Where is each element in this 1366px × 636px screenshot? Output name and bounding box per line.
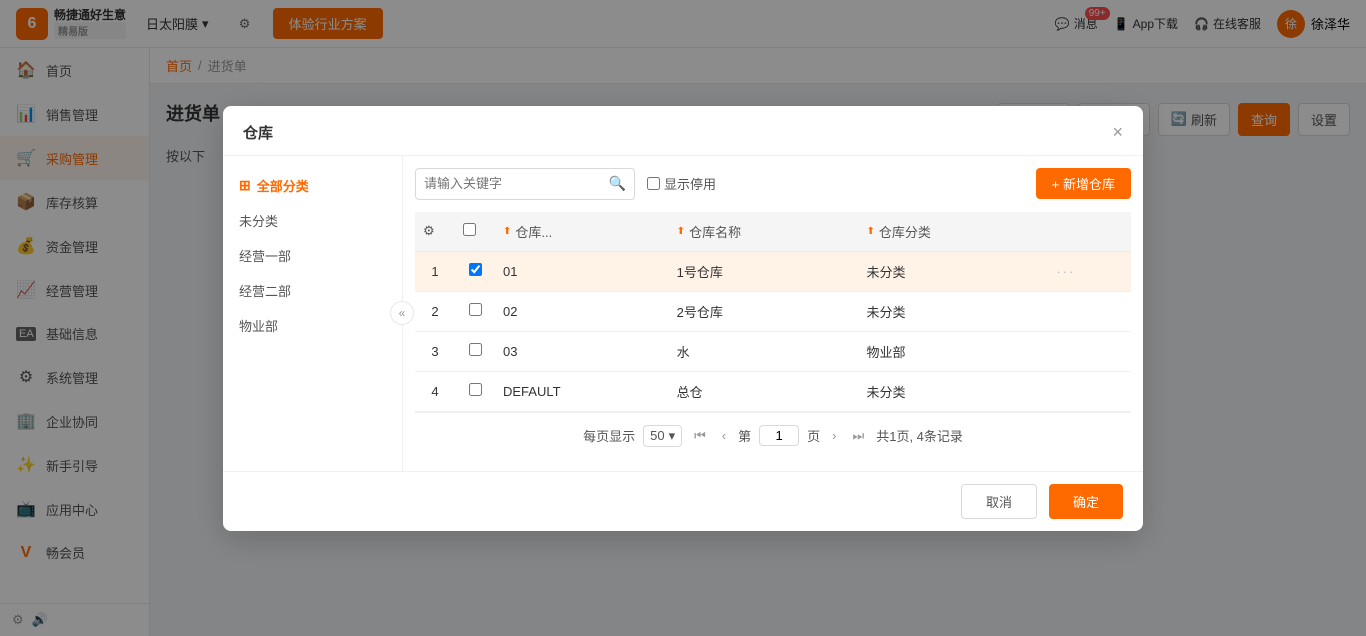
th-name: ⬆ 仓库名称 bbox=[669, 212, 859, 252]
modal-footer: 取消 确定 bbox=[223, 471, 1143, 531]
modal-overlay: 仓库 × ⊞ 全部分类 未分类 经营一部 经营二部 物业部 « bbox=[0, 0, 1366, 636]
table-row: 1 01 1号仓库 未分类 ··· bbox=[415, 251, 1131, 291]
prev-page-button[interactable]: ‹ bbox=[718, 426, 730, 445]
search-icon[interactable]: 🔍 bbox=[609, 175, 626, 192]
cell-number: 01 bbox=[495, 251, 669, 291]
cell-checkbox[interactable] bbox=[455, 251, 495, 291]
show-disabled-checkbox[interactable]: 显示停用 bbox=[647, 174, 716, 193]
cell-category: 物业部 bbox=[859, 331, 1049, 371]
collapse-sidebar-button[interactable]: « bbox=[390, 301, 414, 325]
page-label: 第 bbox=[738, 426, 751, 445]
cell-checkbox[interactable] bbox=[455, 371, 495, 411]
cell-number: DEFAULT bbox=[495, 371, 669, 411]
first-page-button[interactable]: ⏮ bbox=[690, 426, 710, 446]
page-input[interactable] bbox=[759, 425, 799, 446]
show-disabled-label: 显示停用 bbox=[664, 174, 716, 193]
table-row: 3 03 水 物业部 bbox=[415, 331, 1131, 371]
th-category: ⬆ 仓库分类 bbox=[859, 212, 1049, 252]
search-input[interactable] bbox=[424, 176, 609, 191]
cell-category: 未分类 bbox=[859, 251, 1049, 291]
all-categories-item[interactable]: ⊞ 全部分类 bbox=[223, 168, 402, 203]
modal-header: 仓库 × bbox=[223, 106, 1143, 156]
modal-body: ⊞ 全部分类 未分类 经营一部 经营二部 物业部 « 🔍 bbox=[223, 156, 1143, 471]
modal-title: 仓库 bbox=[243, 122, 273, 143]
cancel-button[interactable]: 取消 bbox=[961, 484, 1037, 519]
cell-actions bbox=[1048, 371, 1131, 411]
row-action-dots[interactable]: ··· bbox=[1056, 264, 1075, 279]
page-unit: 页 bbox=[807, 426, 820, 445]
category-item-2[interactable]: 经营二部 bbox=[223, 273, 402, 308]
cell-name: 总仓 bbox=[669, 371, 859, 411]
category-item-3[interactable]: 物业部 bbox=[223, 308, 402, 343]
cell-category: 未分类 bbox=[859, 291, 1049, 331]
total-info: 共1页, 4条记录 bbox=[876, 426, 963, 445]
row-checkbox[interactable] bbox=[469, 343, 482, 356]
per-page-label: 每页显示 bbox=[583, 426, 635, 445]
search-box: 🔍 bbox=[415, 168, 635, 200]
cell-name: 1号仓库 bbox=[669, 251, 859, 291]
show-disabled-input[interactable] bbox=[647, 177, 660, 190]
cell-actions: ··· bbox=[1048, 251, 1131, 291]
next-page-button[interactable]: › bbox=[828, 426, 840, 445]
th-number: ⬆ 仓库... bbox=[495, 212, 669, 252]
row-checkbox[interactable] bbox=[469, 263, 482, 276]
last-page-button[interactable]: ⏭ bbox=[849, 426, 869, 446]
row-checkbox[interactable] bbox=[469, 383, 482, 396]
table-body: 1 01 1号仓库 未分类 ··· 2 02 2号仓库 未分类 3 03 水 物… bbox=[415, 251, 1131, 411]
pagination: 每页显示 50 ▾ ⏮ ‹ 第 页 › ⏭ 共1页, 4条记录 bbox=[415, 412, 1131, 459]
sort-icon-2: ⬆ bbox=[677, 226, 685, 237]
category-sidebar: ⊞ 全部分类 未分类 经营一部 经营二部 物业部 « bbox=[223, 156, 403, 471]
gear-icon[interactable]: ⚙ bbox=[423, 223, 435, 238]
cell-actions bbox=[1048, 291, 1131, 331]
th-actions bbox=[1048, 212, 1131, 252]
table-header-row: ⚙ ⬆ 仓库... bbox=[415, 212, 1131, 252]
table-area: 🔍 显示停用 + 新增仓库 ⚙ bbox=[403, 156, 1143, 471]
cell-index: 3 bbox=[415, 331, 455, 371]
add-warehouse-button[interactable]: + 新增仓库 bbox=[1036, 168, 1131, 199]
cell-checkbox[interactable] bbox=[455, 291, 495, 331]
cell-number: 03 bbox=[495, 331, 669, 371]
cell-index: 2 bbox=[415, 291, 455, 331]
warehouse-modal: 仓库 × ⊞ 全部分类 未分类 经营一部 经营二部 物业部 « bbox=[223, 106, 1143, 531]
category-item-1[interactable]: 经营一部 bbox=[223, 238, 402, 273]
cell-category: 未分类 bbox=[859, 371, 1049, 411]
cell-index: 4 bbox=[415, 371, 455, 411]
page-size-select[interactable]: 50 ▾ bbox=[643, 425, 682, 447]
table-toolbar: 🔍 显示停用 + 新增仓库 bbox=[415, 168, 1131, 200]
row-checkbox[interactable] bbox=[469, 303, 482, 316]
cell-name: 2号仓库 bbox=[669, 291, 859, 331]
chevron-down-icon: ▾ bbox=[669, 428, 676, 444]
table-row: 2 02 2号仓库 未分类 bbox=[415, 291, 1131, 331]
cell-number: 02 bbox=[495, 291, 669, 331]
cell-checkbox[interactable] bbox=[455, 331, 495, 371]
select-all-checkbox[interactable] bbox=[463, 223, 476, 236]
warehouse-table: ⚙ ⬆ 仓库... bbox=[415, 212, 1131, 412]
sort-icon-3: ⬆ bbox=[867, 226, 875, 237]
table-row: 4 DEFAULT 总仓 未分类 bbox=[415, 371, 1131, 411]
cell-actions bbox=[1048, 331, 1131, 371]
close-button[interactable]: × bbox=[1112, 122, 1123, 143]
category-item-0[interactable]: 未分类 bbox=[223, 203, 402, 238]
page-size-value: 50 bbox=[650, 428, 664, 443]
grid-icon: ⊞ bbox=[239, 177, 251, 194]
cell-index: 1 bbox=[415, 251, 455, 291]
th-checkbox bbox=[455, 212, 495, 252]
cell-name: 水 bbox=[669, 331, 859, 371]
all-categories-label: 全部分类 bbox=[257, 176, 309, 195]
confirm-button[interactable]: 确定 bbox=[1049, 484, 1123, 519]
sort-icon: ⬆ bbox=[503, 226, 511, 237]
th-gear: ⚙ bbox=[415, 212, 455, 252]
